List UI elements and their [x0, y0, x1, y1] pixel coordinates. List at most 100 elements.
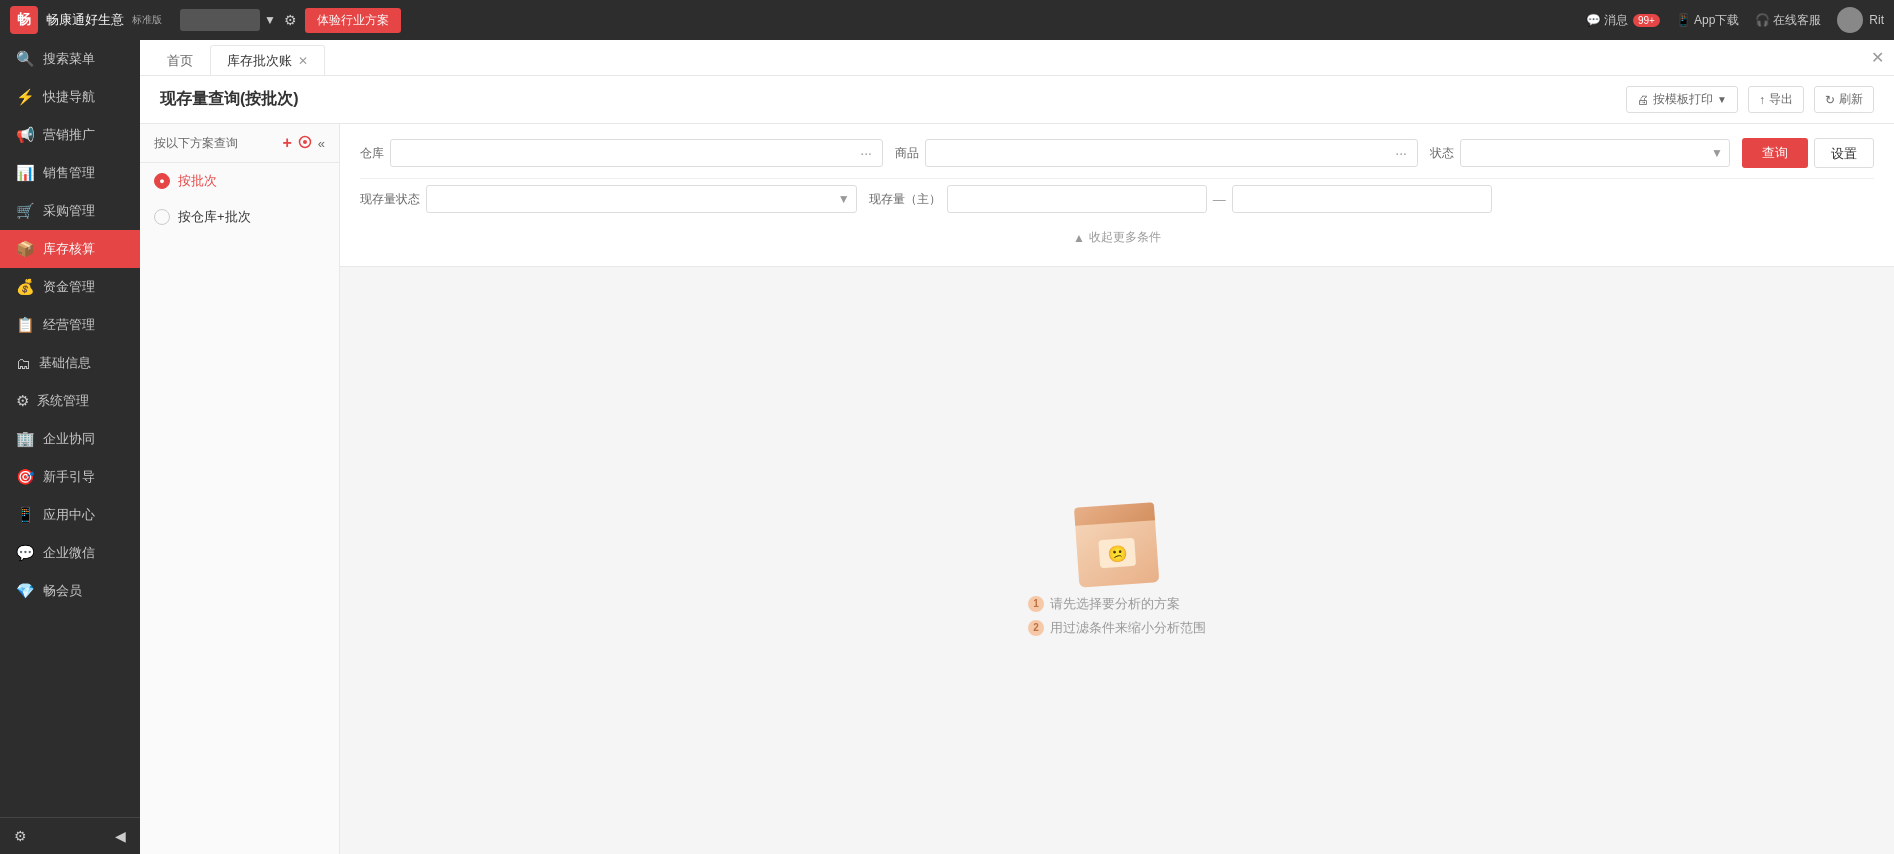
sidebar-item-label: 库存核算: [43, 240, 95, 258]
settings-button[interactable]: 设置: [1814, 138, 1874, 168]
sidebar-item-label: 应用中心: [43, 506, 95, 524]
gear-icon[interactable]: ⚙: [284, 12, 297, 28]
app-logo: 畅: [10, 6, 38, 34]
money-icon: 💰: [16, 278, 35, 296]
search-dropdown-btn[interactable]: ▼: [264, 13, 276, 27]
tab-close-btn[interactable]: ✕: [298, 54, 308, 68]
warehouse-more-btn[interactable]: ···: [856, 143, 876, 163]
refresh-icon: ↻: [1825, 93, 1835, 107]
content-area: 首页 库存批次账 ✕ ✕ 现存量查询(按批次) 🖨 按模板打印 ▼: [140, 40, 1894, 854]
filter-collapse-btn[interactable]: «: [318, 134, 325, 152]
filter-dot-inactive: [154, 209, 170, 225]
query-button[interactable]: 查询: [1742, 138, 1808, 168]
stock-status-container[interactable]: ▼: [426, 185, 857, 213]
stock-status-field: 现存量状态 ▼: [360, 185, 857, 213]
sidebar-collapse-btn[interactable]: ◀: [115, 828, 126, 844]
sidebar-item-label: 畅会员: [43, 582, 82, 600]
hint-item-1: 1 请先选择要分析的方案: [1028, 595, 1206, 613]
enterprise-icon: 🏢: [16, 430, 35, 448]
sidebar: 🔍 搜索菜单 ⚡ 快捷导航 📢 营销推广 📊 销售管理 🛒 采购管理 📦: [0, 40, 140, 854]
sidebar-item-inventory[interactable]: 📦 库存核算: [0, 230, 140, 268]
filter-item-by-warehouse-batch[interactable]: 按仓库+批次: [140, 199, 339, 235]
form-row-2: 现存量状态 ▼ 现存量（主）: [360, 185, 1874, 213]
status-input-container[interactable]: ▼: [1460, 139, 1730, 167]
phone-icon: 📱: [1676, 13, 1691, 27]
sidebar-item-marketing[interactable]: 📢 营销推广: [0, 116, 140, 154]
page-actions: 🖨 按模板打印 ▼ ↑ 导出 ↻ 刷新: [1626, 86, 1874, 113]
search-icon: 🔍: [16, 50, 35, 68]
collapse-text: 收起更多条件: [1089, 229, 1161, 246]
form-divider: [360, 178, 1874, 179]
sidebar-item-purchase[interactable]: 🛒 采购管理: [0, 192, 140, 230]
sidebar-item-label: 新手引导: [43, 468, 95, 486]
print-btn[interactable]: 🖨 按模板打印 ▼: [1626, 86, 1738, 113]
stock-qty-field: 现存量（主） —: [869, 185, 1366, 213]
refresh-btn[interactable]: ↻ 刷新: [1814, 86, 1874, 113]
filter-item-by-batch[interactable]: ● 按批次: [140, 163, 339, 199]
query-form: 仓库 ··· 商品: [340, 124, 1894, 267]
sidebar-item-operations[interactable]: 📋 经营管理: [0, 306, 140, 344]
sidebar-scroll: 🔍 搜索菜单 ⚡ 快捷导航 📢 营销推广 📊 销售管理 🛒 采购管理 📦: [0, 40, 140, 817]
tab-home[interactable]: 首页: [150, 45, 210, 75]
sidebar-item-sales[interactable]: 📊 销售管理: [0, 154, 140, 192]
app-icon: 📱: [16, 506, 35, 524]
collapse-more-btn[interactable]: ▲ 收起更多条件: [360, 223, 1874, 252]
sidebar-item-search[interactable]: 🔍 搜索菜单: [0, 40, 140, 78]
sidebar-item-vip[interactable]: 💎 畅会员: [0, 572, 140, 610]
hint-text-1: 请先选择要分析的方案: [1050, 595, 1180, 613]
goods-input-container[interactable]: ···: [925, 139, 1418, 167]
close-all-btn[interactable]: ✕: [1871, 48, 1884, 67]
wechat-icon: 💬: [16, 544, 35, 562]
sidebar-settings-btn[interactable]: ⚙: [14, 828, 27, 844]
warehouse-input-container[interactable]: ···: [390, 139, 883, 167]
app-download-item[interactable]: 📱 App下载: [1676, 12, 1739, 29]
avatar: [1837, 7, 1863, 33]
sidebar-item-new-guide[interactable]: 🎯 新手引导: [0, 458, 140, 496]
status-chevron-icon[interactable]: ▼: [1711, 146, 1723, 160]
sidebar-item-wechat[interactable]: 💬 企业微信: [0, 534, 140, 572]
std-badge: 标准版: [132, 13, 162, 27]
user-name: Rit: [1869, 13, 1884, 27]
filter-dot-active: ●: [154, 173, 170, 189]
filter-content-row: 现存量查询(按批次) 🖨 按模板打印 ▼ ↑ 导出 ↻: [140, 76, 1894, 854]
empty-illustration: 😕: [1057, 485, 1177, 585]
status-label: 状态: [1430, 145, 1454, 162]
stock-qty-max[interactable]: [1232, 185, 1492, 213]
form-action-buttons: 查询 设置: [1742, 138, 1874, 168]
filter-header-icons: + «: [282, 134, 325, 152]
export-btn[interactable]: ↑ 导出: [1748, 86, 1804, 113]
sidebar-item-enterprise[interactable]: 🏢 企业协同: [0, 420, 140, 458]
filter-title: 按以下方案查询: [154, 135, 238, 152]
experience-btn[interactable]: 体验行业方案: [305, 8, 401, 33]
goods-more-btn[interactable]: ···: [1391, 143, 1411, 163]
user-profile[interactable]: Rit: [1837, 7, 1884, 33]
sidebar-item-label: 系统管理: [37, 392, 89, 410]
page-header: 现存量查询(按批次) 🖨 按模板打印 ▼ ↑ 导出 ↻: [140, 76, 1894, 124]
sidebar-item-label: 搜索菜单: [43, 50, 95, 68]
goods-field: 商品 ···: [895, 139, 1418, 167]
lightning-icon: ⚡: [16, 88, 35, 106]
headset-icon: 🎧: [1755, 13, 1770, 27]
tab-batch-account[interactable]: 库存批次账 ✕: [210, 45, 325, 75]
stock-qty-min[interactable]: [947, 185, 1207, 213]
megaphone-icon: 📢: [16, 126, 35, 144]
filter-add-btn[interactable]: +: [282, 134, 291, 152]
filter-settings-btn[interactable]: [298, 134, 312, 152]
sidebar-item-label: 资金管理: [43, 278, 95, 296]
online-service-item[interactable]: 🎧 在线客服: [1755, 12, 1821, 29]
notification-item[interactable]: 💬 消息 99+: [1586, 12, 1660, 29]
sidebar-item-quick-nav[interactable]: ⚡ 快捷导航: [0, 78, 140, 116]
sidebar-item-finance[interactable]: 💰 资金管理: [0, 268, 140, 306]
stock-status-chevron-icon[interactable]: ▼: [838, 192, 850, 206]
sidebar-bottom: ⚙ ◀: [0, 817, 140, 854]
stock-qty-range: —: [947, 185, 1492, 213]
print-icon: 🖨: [1637, 93, 1649, 107]
notification-badge: 99+: [1633, 14, 1660, 27]
sidebar-item-app-center[interactable]: 📱 应用中心: [0, 496, 140, 534]
sidebar-item-basic-info[interactable]: 🗂 基础信息: [0, 344, 140, 382]
svg-point-1: [303, 140, 307, 144]
stock-qty-label: 现存量（主）: [869, 191, 941, 208]
empty-hints: 1 请先选择要分析的方案 2 用过滤条件来缩小分析范围: [1028, 595, 1206, 637]
sidebar-item-system[interactable]: ⚙ 系统管理: [0, 382, 140, 420]
box-body: 😕: [1075, 512, 1160, 587]
